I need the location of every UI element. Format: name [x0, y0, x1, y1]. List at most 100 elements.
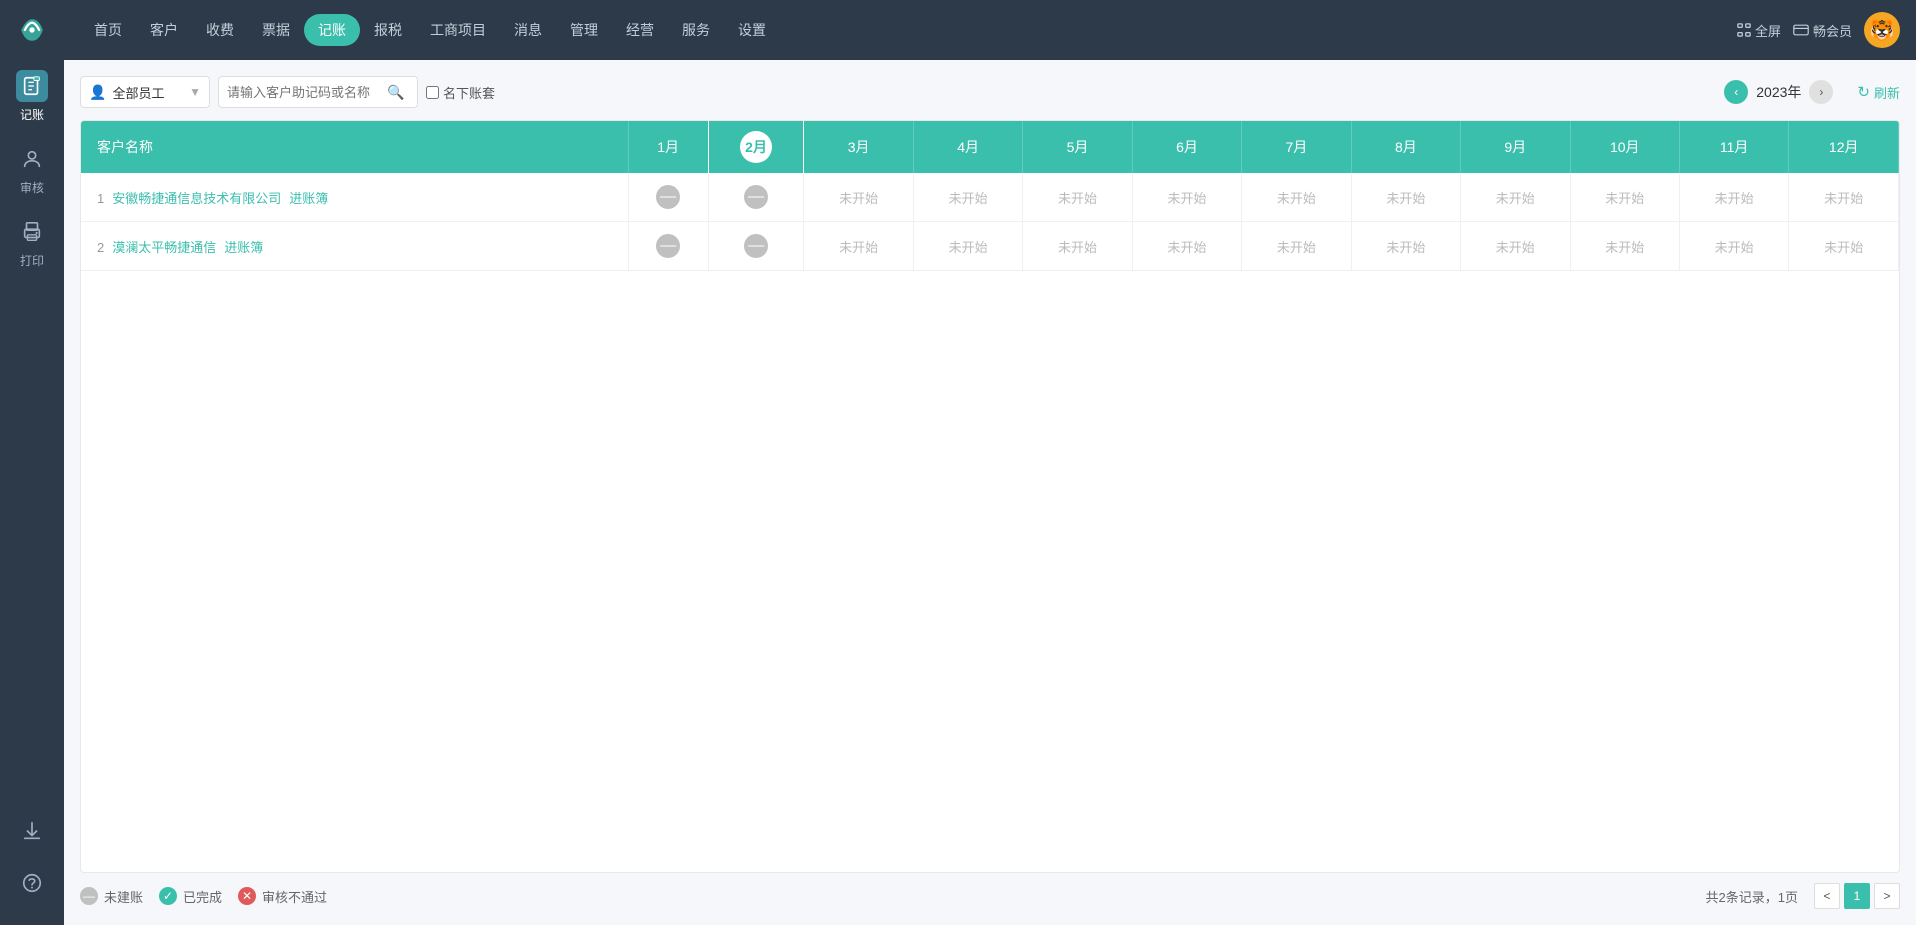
status-dash-icon: — [656, 185, 680, 209]
month-6-cell: 未开始 [1132, 173, 1241, 222]
year-prev-button[interactable]: ‹ [1724, 80, 1748, 104]
legend-completed-label: 已完成 [183, 887, 222, 906]
employee-select-label: 全部员工 [112, 83, 183, 102]
status-not-started: 未开始 [1277, 191, 1316, 206]
sidebar-item-support[interactable] [0, 857, 64, 909]
status-not-started: 未开始 [949, 191, 988, 206]
search-input[interactable] [227, 85, 387, 100]
legend-not-built-dot: — [80, 887, 98, 905]
month-12-cell: 未开始 [1789, 222, 1899, 271]
company-name[interactable]: 漠澜太平畅捷通信 [112, 240, 216, 255]
nav-billing[interactable]: 收费 [192, 14, 248, 46]
sidebar-item-bookkeeping-label: 记账 [20, 106, 44, 123]
status-not-started: 未开始 [1277, 240, 1316, 255]
search-icon[interactable]: 🔍 [387, 84, 404, 101]
content: 👤 全部员工 ▼ 🔍 名下账套 ‹ 2023年 › ↻ 刷新 [64, 60, 1916, 925]
year-next-button[interactable]: › [1809, 80, 1833, 104]
sidebar-item-download[interactable] [0, 805, 64, 857]
col-m1: 1月 [628, 121, 708, 173]
enter-bookkeeping-link[interactable]: 进账簿 [289, 191, 328, 206]
status-not-started: 未开始 [1824, 240, 1863, 255]
month-9-cell: 未开始 [1461, 222, 1570, 271]
sidebar-item-audit[interactable]: 审核 [0, 133, 64, 206]
page-1-button[interactable]: 1 [1844, 883, 1870, 909]
month-4-cell: 未开始 [913, 173, 1022, 222]
col-m2: 2月 [708, 121, 804, 173]
total-info: 共2条记录，1页 [1706, 887, 1798, 906]
nav-service[interactable]: 服务 [668, 14, 724, 46]
year-nav: ‹ 2023年 › [1724, 80, 1833, 104]
legend-completed: ✓ 已完成 [159, 887, 222, 906]
status-not-started: 未开始 [1605, 240, 1644, 255]
member-button[interactable]: 畅会员 [1793, 21, 1852, 40]
status-dash-icon: — [744, 185, 768, 209]
nav-bookkeeping[interactable]: 记账 [304, 14, 360, 46]
fullscreen-button[interactable]: 全屏 [1737, 21, 1781, 40]
status-not-started: 未开始 [949, 240, 988, 255]
month-8-cell: 未开始 [1351, 222, 1460, 271]
col-m7: 7月 [1242, 121, 1351, 173]
nav-customer[interactable]: 客户 [136, 14, 192, 46]
legend-completed-dot: ✓ [159, 887, 177, 905]
name-cell: 2 漠澜太平畅捷通信进账簿 [81, 222, 628, 271]
name-cell: 1 安徽畅捷通信息技术有限公司进账簿 [81, 173, 628, 222]
nav-invoice[interactable]: 票据 [248, 14, 304, 46]
pagination: < 1 > [1814, 883, 1900, 909]
status-not-started: 未开始 [1167, 240, 1206, 255]
month-2-cell: — [708, 222, 804, 271]
month-11-cell: 未开始 [1679, 222, 1788, 271]
status-not-started: 未开始 [1496, 240, 1535, 255]
legend-not-built: — 未建账 [80, 887, 143, 906]
main-wrapper: 首页 客户 收费 票据 记账 报税 工商项目 消息 管理 经营 服务 设置 全屏 [64, 0, 1916, 925]
col-m8: 8月 [1351, 121, 1460, 173]
enter-bookkeeping-link[interactable]: 进账簿 [224, 240, 263, 255]
fullscreen-label: 全屏 [1755, 21, 1781, 40]
sidebar-item-print[interactable]: 打印 [0, 206, 64, 279]
nav-settings[interactable]: 设置 [724, 14, 780, 46]
status-not-started: 未开始 [1605, 191, 1644, 206]
my-accounts-checkbox-label[interactable]: 名下账套 [426, 83, 495, 102]
refresh-icon: ↻ [1857, 83, 1870, 101]
nav-manage[interactable]: 管理 [556, 14, 612, 46]
employee-select[interactable]: 👤 全部员工 ▼ [80, 76, 210, 108]
year-label: 2023年 [1756, 82, 1801, 102]
month-10-cell: 未开始 [1570, 222, 1679, 271]
row-num: 1 [97, 191, 104, 206]
status-not-started: 未开始 [839, 240, 878, 255]
col-m9: 9月 [1461, 121, 1570, 173]
col-m11: 11月 [1679, 121, 1788, 173]
next-page-button[interactable]: > [1874, 883, 1900, 909]
audit-icon [16, 143, 48, 175]
status-not-started: 未开始 [1167, 191, 1206, 206]
employee-icon: 👤 [89, 84, 106, 101]
nav-message[interactable]: 消息 [500, 14, 556, 46]
refresh-button[interactable]: ↻ 刷新 [1857, 83, 1900, 102]
month-3-cell: 未开始 [804, 222, 913, 271]
company-name[interactable]: 安徽畅捷通信息技术有限公司 [112, 191, 281, 206]
month-7-cell: 未开始 [1242, 173, 1351, 222]
nav-bizproject[interactable]: 工商项目 [416, 14, 500, 46]
col-m5: 5月 [1023, 121, 1132, 173]
month-11-cell: 未开始 [1679, 173, 1788, 222]
nav-operation[interactable]: 经营 [612, 14, 668, 46]
prev-page-button[interactable]: < [1814, 883, 1840, 909]
avatar[interactable]: 🐯 [1864, 12, 1900, 48]
status-not-started: 未开始 [1496, 191, 1535, 206]
sidebar-bottom [0, 805, 64, 925]
download-icon [16, 815, 48, 847]
employee-chevron-icon: ▼ [189, 85, 201, 99]
month-2-cell: — [708, 173, 804, 222]
nav-home[interactable]: 首页 [80, 14, 136, 46]
sidebar-item-bookkeeping[interactable]: 记账 [0, 60, 64, 133]
support-icon [16, 867, 48, 899]
sidebar-item-audit-label: 审核 [20, 179, 44, 196]
nav-tax[interactable]: 报税 [360, 14, 416, 46]
my-accounts-checkbox[interactable] [426, 86, 439, 99]
row-num: 2 [97, 240, 104, 255]
member-icon [1793, 24, 1809, 36]
legend-rejected-label: 审核不通过 [262, 887, 327, 906]
sidebar-logo [0, 0, 64, 60]
month-9-cell: 未开始 [1461, 173, 1570, 222]
status-dash-icon: — [656, 234, 680, 258]
search-wrap: 🔍 [218, 76, 418, 108]
